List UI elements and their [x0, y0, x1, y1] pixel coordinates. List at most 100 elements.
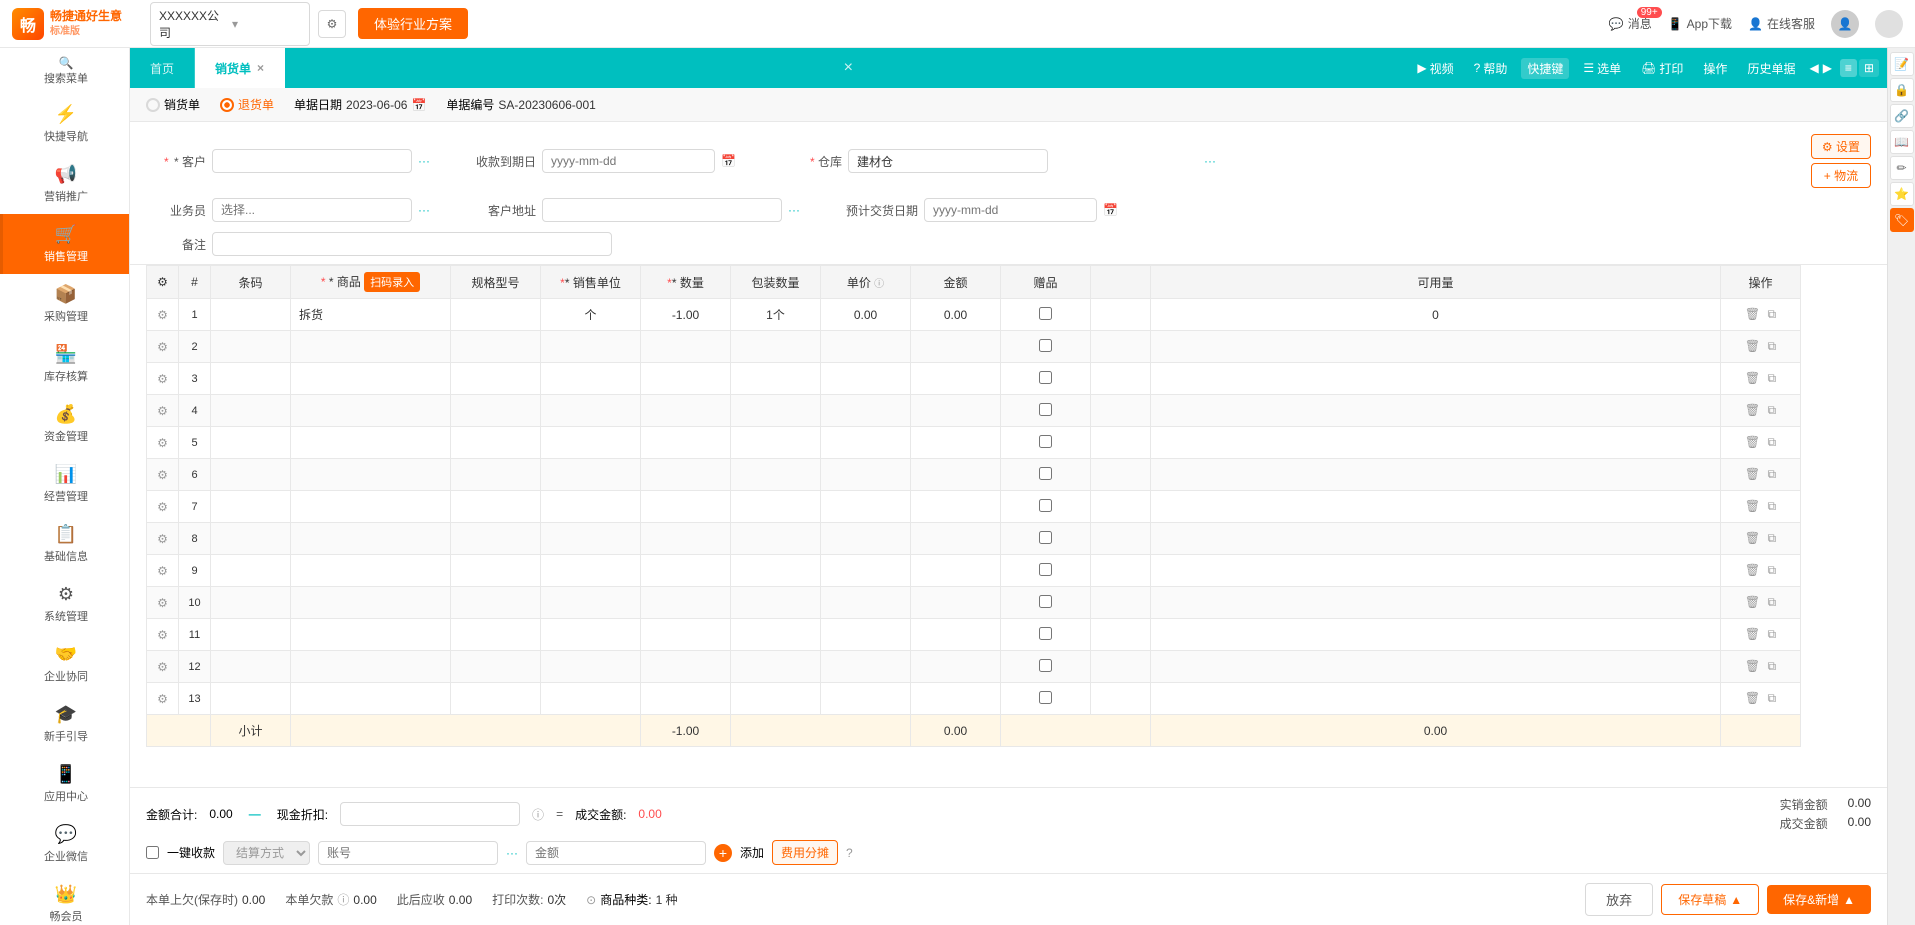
row-amount[interactable]	[911, 619, 1001, 651]
warehouse-more-btn[interactable]: ···	[1204, 154, 1216, 168]
copy-row-icon[interactable]: ⧉	[1768, 691, 1777, 705]
sidebar-search[interactable]: 🔍 搜索菜单	[0, 48, 129, 94]
row-amount[interactable]	[911, 587, 1001, 619]
row-unit[interactable]	[541, 555, 641, 587]
row-gift-checkbox[interactable]	[1001, 427, 1091, 459]
toolbar-help-btn[interactable]: ? 帮助	[1468, 58, 1514, 79]
row-barcode[interactable]	[211, 331, 291, 363]
float-btn-tag[interactable]: 🏷	[1890, 208, 1914, 232]
toolbar-history-btn[interactable]: 历史单据	[1741, 58, 1801, 79]
delete-row-icon[interactable]: 🗑	[1745, 403, 1760, 417]
row-product[interactable]	[291, 363, 451, 395]
row-gear[interactable]: ⚙	[147, 587, 179, 619]
toolbar-print-btn[interactable]: 🖨 打印	[1635, 58, 1689, 79]
float-btn-edit[interactable]: ✏	[1890, 156, 1914, 180]
row-barcode[interactable]	[211, 299, 291, 331]
row-price[interactable]	[821, 331, 911, 363]
company-selector[interactable]: XXXXXX公司 ▾	[150, 2, 310, 46]
notes-input[interactable]	[212, 232, 612, 256]
toolbar-select-btn[interactable]: ☰ 选单	[1577, 58, 1627, 79]
row-pack[interactable]	[731, 363, 821, 395]
save-draft-button[interactable]: 保存草稿 ▲	[1661, 884, 1759, 915]
row-amount[interactable]	[911, 491, 1001, 523]
sidebar-item-inventory[interactable]: 🏪 库存核算	[0, 334, 129, 394]
save-new-button[interactable]: 保存&新增 ▲	[1767, 885, 1871, 914]
grid-view-icon[interactable]: ⊞	[1859, 59, 1879, 77]
row-gear[interactable]: ⚙	[147, 683, 179, 715]
price-info-icon[interactable]: ⓘ	[874, 279, 884, 290]
app-download-button[interactable]: 📱 App下载	[1668, 15, 1732, 32]
account-input[interactable]	[318, 841, 498, 865]
add-payment-button[interactable]: +	[714, 844, 732, 862]
radio-return[interactable]: 退货单	[220, 96, 274, 113]
row-unit[interactable]: 个	[541, 299, 641, 331]
copy-row-icon[interactable]: ⧉	[1768, 307, 1777, 321]
row-gift-checkbox[interactable]	[1001, 491, 1091, 523]
row-gear[interactable]: ⚙	[147, 427, 179, 459]
settings-button[interactable]: ⚙ 设置	[1811, 134, 1871, 159]
row-product[interactable]	[291, 523, 451, 555]
row-spec[interactable]	[451, 363, 541, 395]
row-price[interactable]: 0.00	[821, 299, 911, 331]
sidebar-item-marketing[interactable]: 📢 营销推广	[0, 154, 129, 214]
row-qty[interactable]	[641, 395, 731, 427]
row-gift-checkbox[interactable]	[1001, 331, 1091, 363]
copy-row-icon[interactable]: ⧉	[1768, 339, 1777, 353]
row-gift-checkbox[interactable]	[1001, 651, 1091, 683]
toolbar-operate-btn[interactable]: 操作	[1697, 58, 1733, 79]
row-amount[interactable]	[911, 395, 1001, 427]
row-qty[interactable]	[641, 587, 731, 619]
row-gift-checkbox[interactable]	[1001, 587, 1091, 619]
row-gift-checkbox[interactable]	[1001, 395, 1091, 427]
sidebar-item-management[interactable]: 📊 经营管理	[0, 454, 129, 514]
payment-method-select[interactable]: 结算方式	[223, 841, 310, 865]
row-barcode[interactable]	[211, 651, 291, 683]
row-product[interactable]	[291, 491, 451, 523]
row-unit[interactable]	[541, 363, 641, 395]
copy-row-icon[interactable]: ⧉	[1768, 499, 1777, 513]
scan-button[interactable]: 扫码录入	[364, 272, 420, 292]
row-spec[interactable]	[451, 427, 541, 459]
due-date-calendar-icon[interactable]: 📅	[721, 154, 736, 168]
calendar-icon[interactable]: 📅	[411, 98, 426, 112]
row-barcode[interactable]	[211, 587, 291, 619]
messages-button[interactable]: 💬 消息 99+	[1609, 15, 1652, 32]
row-amount[interactable]	[911, 523, 1001, 555]
row-price[interactable]	[821, 651, 911, 683]
salesperson-more-btn[interactable]: ···	[418, 203, 430, 217]
row-gift-checkbox[interactable]	[1001, 523, 1091, 555]
delete-row-icon[interactable]: 🗑	[1745, 435, 1760, 449]
discount-input[interactable]	[340, 802, 520, 826]
row-qty[interactable]	[641, 523, 731, 555]
row-unit[interactable]	[541, 491, 641, 523]
row-price[interactable]	[821, 395, 911, 427]
row-gift-checkbox[interactable]	[1001, 619, 1091, 651]
list-view-icon[interactable]: ≡	[1840, 59, 1857, 77]
radio-sales[interactable]: 销货单	[146, 96, 200, 113]
row-product[interactable]	[291, 683, 451, 715]
row-gear[interactable]: ⚙	[147, 523, 179, 555]
row-spec[interactable]	[451, 331, 541, 363]
row-product[interactable]	[291, 331, 451, 363]
copy-row-icon[interactable]: ⧉	[1768, 531, 1777, 545]
row-gift-checkbox[interactable]	[1001, 555, 1091, 587]
delete-row-icon[interactable]: 🗑	[1745, 307, 1760, 321]
row-qty[interactable]	[641, 619, 731, 651]
row-price[interactable]	[821, 555, 911, 587]
row-gift-checkbox[interactable]	[1001, 683, 1091, 715]
row-unit[interactable]	[541, 587, 641, 619]
delete-row-icon[interactable]: 🗑	[1745, 531, 1760, 545]
copy-row-icon[interactable]: ⧉	[1768, 659, 1777, 673]
logistics-button[interactable]: + 物流	[1811, 163, 1871, 188]
delete-row-icon[interactable]: 🗑	[1745, 339, 1760, 353]
row-amount[interactable]: 0.00	[911, 299, 1001, 331]
copy-row-icon[interactable]: ⧉	[1768, 371, 1777, 385]
row-gear[interactable]: ⚙	[147, 491, 179, 523]
row-barcode[interactable]	[211, 555, 291, 587]
row-product[interactable]	[291, 619, 451, 651]
copy-row-icon[interactable]: ⧉	[1768, 467, 1777, 481]
row-amount[interactable]	[911, 363, 1001, 395]
row-gear[interactable]: ⚙	[147, 555, 179, 587]
row-qty[interactable]: -1.00	[641, 299, 731, 331]
row-product[interactable]	[291, 587, 451, 619]
